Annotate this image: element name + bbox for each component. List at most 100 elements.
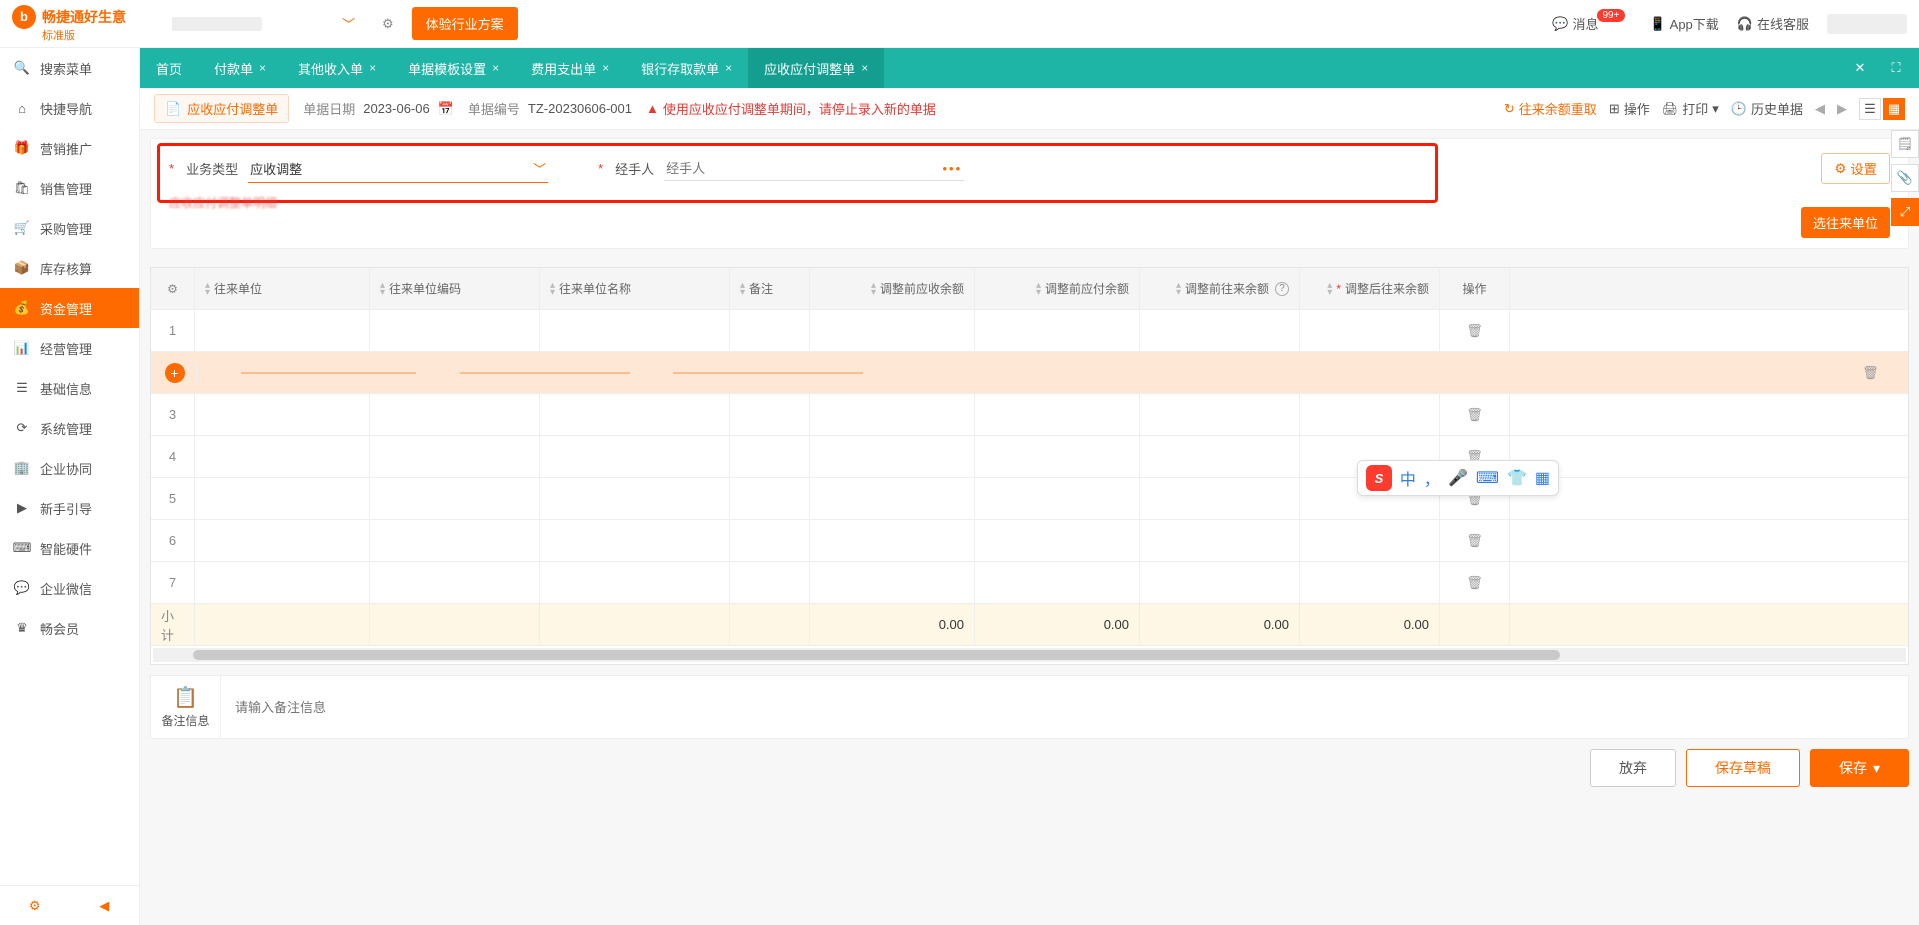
help-icon[interactable]: ? [1275,282,1289,296]
reget-balance-link[interactable]: ↻往来余额重取 [1504,99,1597,118]
ime-toolbar[interactable]: S 中 ， 🎤 ⌨ 👕 ▦ [1357,460,1559,496]
tab-payment[interactable]: 付款单× [198,48,282,88]
col-gear[interactable]: ⚙ [151,268,195,309]
close-icon[interactable]: × [602,61,609,75]
history-link[interactable]: 🕒历史单据 [1731,99,1803,118]
sidebar-item-search[interactable]: 🔍搜索菜单 [0,48,139,88]
table-row[interactable]: 5🗑 [151,478,1908,520]
trash-icon[interactable]: 🗑 [1466,323,1483,339]
rail-expand-icon[interactable]: ⤢ [1891,198,1919,226]
trash-icon[interactable]: 🗑 [1466,575,1483,591]
doc-date-value[interactable]: 2023-06-06 [363,101,430,116]
calendar-icon[interactable]: 📅 [438,101,454,117]
remark-input[interactable] [221,700,1908,715]
keyboard-icon[interactable]: ⌨ [1476,468,1499,488]
sidebar-item-marketing[interactable]: 🎁营销推广 [0,128,139,168]
discard-button[interactable]: 放弃 [1590,749,1676,787]
sidebar-item-sales[interactable]: 🛍销售管理 [0,168,139,208]
view-list-icon[interactable]: ☰ [1859,98,1881,120]
avatar[interactable] [1827,14,1907,34]
col-pre-pay[interactable]: ▴▾调整前应付余额 [975,268,1140,309]
table-row[interactable]: 1🗑 [151,310,1908,352]
close-icon[interactable]: × [492,61,499,75]
table-row[interactable]: 6🗑 [151,520,1908,562]
col-unit[interactable]: ▴▾往来单位 [195,268,370,309]
grid-icon[interactable]: ▦ [1535,468,1550,488]
sidebar-item-inventory[interactable]: 📦库存核算 [0,248,139,288]
biztype-select[interactable]: 应收调整 ﹀ [248,155,548,183]
sidebar-item-member[interactable]: ♛畅会员 [0,608,139,648]
sidebar-item-operation[interactable]: 📊经营管理 [0,328,139,368]
sidebar-item-funds[interactable]: 💰资金管理 [0,288,139,328]
sidebar-item-purchase[interactable]: 🛒采购管理 [0,208,139,248]
tab-other-income[interactable]: 其他收入单 × [282,48,392,88]
prev-doc-icon[interactable]: ◀ [1815,101,1825,117]
sidebar-item-guide[interactable]: ▶新手引导 [0,488,139,528]
save-button[interactable]: 保存▾ [1810,749,1909,787]
mic-icon[interactable]: 🎤 [1448,468,1468,488]
handler-input[interactable] [666,161,942,176]
table-row[interactable]: 4🗑 [151,436,1908,478]
tabs-close-button[interactable]: ✕ [1847,55,1873,81]
trash-icon[interactable]: 🗑 [1466,533,1483,549]
rail-note-icon[interactable]: 🗒 [1891,130,1919,158]
next-doc-icon[interactable]: ▶ [1837,101,1847,117]
sidebar-item-system[interactable]: ⟳系统管理 [0,408,139,448]
cell-code[interactable] [460,372,630,374]
add-row-button[interactable]: + [165,363,185,383]
trash-icon[interactable]: 🗑 [1862,365,1879,381]
cell-unit[interactable] [241,372,416,374]
col-post-bal[interactable]: ▴▾*调整后往来余额 [1300,268,1440,309]
gear-icon[interactable]: ⚙ [382,16,394,32]
shirt-icon[interactable]: 👕 [1507,468,1527,488]
messages-link[interactable]: 💬 消息 99+ [1552,14,1631,33]
tab-template[interactable]: 单据模板设置× [392,48,515,88]
trash-icon[interactable]: 🗑 [1466,407,1483,423]
table-subtotal: 小计0.000.000.000.00 [151,604,1908,646]
table-row-active[interactable]: +🗑 [151,352,1908,394]
more-icon[interactable]: ••• [943,161,963,176]
sidebar-settings-icon[interactable]: ⚙ [0,886,70,925]
tabs-fullscreen-button[interactable]: ⛶ [1883,55,1909,81]
tab-label: 其他收入单 [298,59,363,78]
select-unit-button[interactable]: 选往来单位 [1801,207,1890,238]
col-pre-bal[interactable]: ▴▾调整前往来余额? [1140,268,1300,309]
online-service-link[interactable]: 🎧 在线客服 [1737,14,1809,33]
col-memo[interactable]: ▴▾备注 [730,268,810,309]
col-pre-recv[interactable]: ▴▾调整前应收余额 [810,268,975,309]
sidebar-item-quicknav[interactable]: ⌂快捷导航 [0,88,139,128]
tab-home[interactable]: 首页 [140,48,198,88]
sidebar-item-basic[interactable]: ☰基础信息 [0,368,139,408]
table-row[interactable]: 7🗑 [151,562,1908,604]
warning-icon: ▲ [646,101,659,116]
operations-menu[interactable]: ⊞操作 [1609,99,1650,118]
tab-expense[interactable]: 费用支出单× [515,48,625,88]
sidebar-collapse-icon[interactable]: ◀ [70,886,140,925]
close-icon[interactable]: × [369,61,376,75]
cell-name[interactable] [673,372,863,374]
ime-punct[interactable]: ， [1424,466,1440,490]
close-icon[interactable]: × [861,61,868,75]
view-card-icon[interactable]: ▦ [1883,98,1905,120]
ime-lang[interactable]: 中 [1400,466,1416,490]
sidebar-item-label: 企业协同 [40,459,92,478]
horizontal-scrollbar[interactable] [153,648,1906,662]
print-menu[interactable]: 🖨打印▾ [1662,99,1719,118]
sidebar-item-hardware[interactable]: ⌨智能硬件 [0,528,139,568]
company-selector[interactable]: ﹀ [172,14,372,33]
col-name[interactable]: ▴▾往来单位名称 [540,268,730,309]
tab-adjust[interactable]: 应收应付调整单× [748,48,884,88]
settings-button[interactable]: ⚙设置 [1821,153,1890,184]
try-industry-button[interactable]: 体验行业方案 [412,7,518,40]
save-draft-button[interactable]: 保存草稿 [1686,749,1800,787]
app-download-link[interactable]: 📱 App下载 [1649,14,1718,33]
col-code[interactable]: ▴▾往来单位编码 [370,268,540,309]
sidebar-item-collab[interactable]: 🏢企业协同 [0,448,139,488]
table-row[interactable]: 3🗑 [151,394,1908,436]
rail-attach-icon[interactable]: 📎 [1891,164,1919,192]
close-icon[interactable]: × [259,61,266,75]
tab-bank[interactable]: 银行存取款单× [625,48,748,88]
sidebar-item-wechat[interactable]: 💬企业微信 [0,568,139,608]
row-index: 4 [151,436,195,477]
close-icon[interactable]: × [725,61,732,75]
